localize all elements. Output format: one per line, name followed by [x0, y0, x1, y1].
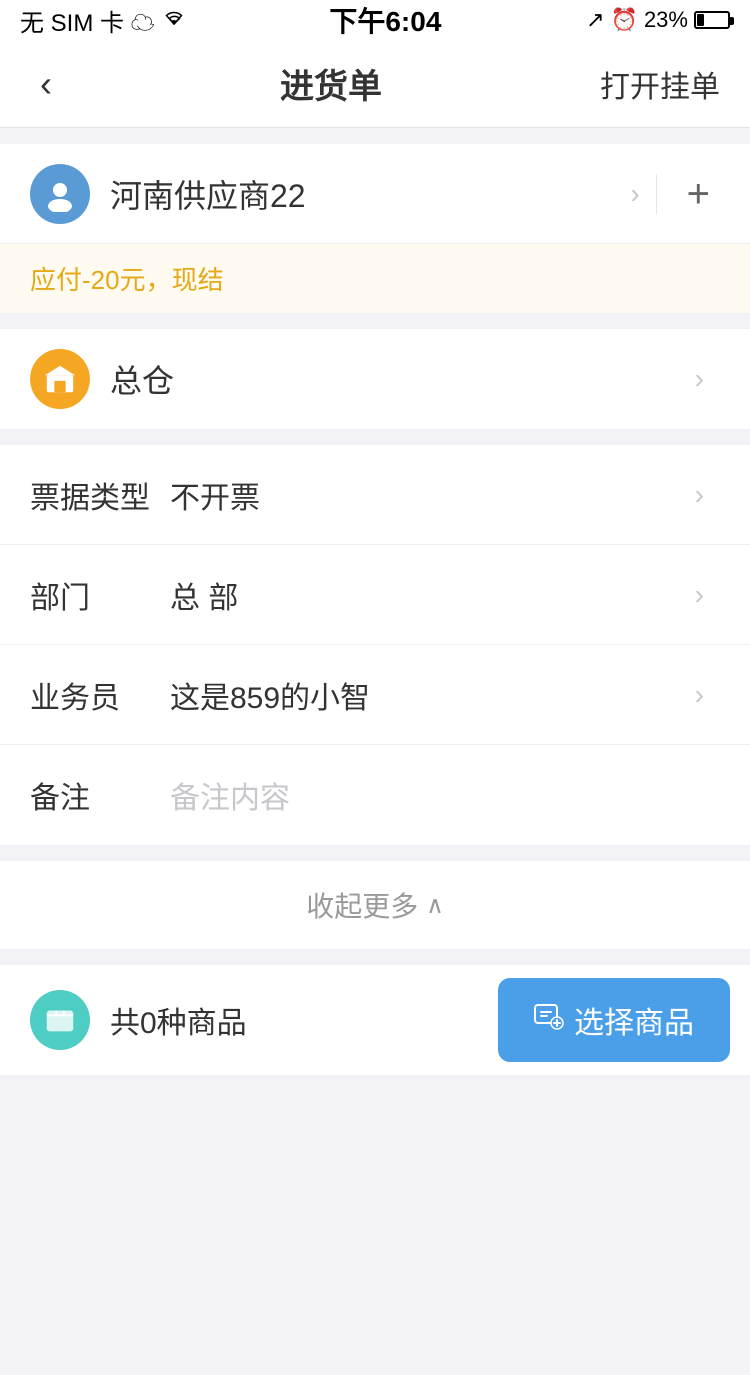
- product-count-label: 共0种商品: [110, 998, 498, 1042]
- select-product-label: 选择商品: [574, 998, 694, 1042]
- battery-percentage: 23%: [644, 7, 688, 33]
- ticket-type-label: 票据类型: [30, 473, 160, 517]
- supplier-chevron-icon: ›: [630, 178, 639, 210]
- warehouse-chevron-icon: ›: [695, 363, 704, 395]
- location-icon: ↗: [586, 7, 604, 33]
- salesperson-chevron-icon: ›: [695, 679, 704, 711]
- note-label: 备注: [30, 773, 160, 817]
- supplier-name: 河南供应商22: [110, 171, 630, 217]
- department-chevron-icon: ›: [695, 579, 704, 611]
- supplier-row[interactable]: 河南供应商22 › +: [0, 144, 750, 244]
- warehouse-row[interactable]: 总仓 ›: [0, 329, 750, 429]
- select-product-button[interactable]: 选择商品: [498, 978, 730, 1062]
- department-value: 总 部: [160, 573, 695, 617]
- supplier-avatar: [30, 164, 90, 224]
- supplier-section: 河南供应商22 › + 应付-20元，现结: [0, 144, 750, 313]
- status-bar: 无 SIM 卡 ☁ 下午6:04 ↗ ⏰ 23%: [0, 0, 750, 40]
- department-label: 部门: [30, 573, 160, 617]
- page-background: [0, 1075, 750, 1375]
- note-row[interactable]: 备注 备注内容: [0, 745, 750, 845]
- sim-label: 无 SIM 卡 ☁: [20, 3, 155, 38]
- warehouse-name: 总仓: [110, 356, 695, 402]
- status-time: 下午6:04: [329, 0, 441, 40]
- status-right: ↗ ⏰ 23%: [586, 7, 730, 33]
- open-pending-button[interactable]: 打开挂单: [600, 62, 720, 106]
- status-left: 无 SIM 卡 ☁: [20, 3, 185, 38]
- wifi-icon: [163, 6, 185, 34]
- page-title: 进货单: [280, 59, 382, 108]
- products-section: 共0种商品 选择商品: [0, 965, 750, 1075]
- salesperson-label: 业务员: [30, 673, 160, 717]
- back-button[interactable]: ‹: [30, 53, 62, 115]
- collapse-label: 收起更多: [306, 885, 418, 925]
- battery-icon: [694, 11, 730, 29]
- department-row[interactable]: 部门 总 部 ›: [0, 545, 750, 645]
- section-gap-1: [0, 128, 750, 144]
- salesperson-value: 这是859的小智: [160, 673, 695, 717]
- salesperson-row[interactable]: 业务员 这是859的小智 ›: [0, 645, 750, 745]
- collapse-arrow-icon: ∧: [426, 891, 444, 920]
- collapse-row[interactable]: 收起更多 ∧: [0, 861, 750, 949]
- ticket-type-value: 不开票: [160, 473, 695, 517]
- form-section: 票据类型 不开票 › 部门 总 部 › 业务员 这是859的小智 › 备注 备注…: [0, 445, 750, 845]
- ticket-type-chevron-icon: ›: [695, 479, 704, 511]
- product-icon: [30, 990, 90, 1050]
- warehouse-section: 总仓 ›: [0, 329, 750, 429]
- warehouse-icon: [30, 349, 90, 409]
- add-supplier-button[interactable]: +: [677, 174, 720, 214]
- nav-bar: ‹ 进货单 打开挂单: [0, 40, 750, 128]
- supplier-notice: 应付-20元，现结: [0, 244, 750, 313]
- alarm-icon: ⏰: [611, 7, 638, 33]
- supplier-divider: [656, 174, 657, 214]
- select-product-icon: [534, 1004, 564, 1037]
- note-input[interactable]: 备注内容: [160, 773, 720, 817]
- ticket-type-row[interactable]: 票据类型 不开票 ›: [0, 445, 750, 545]
